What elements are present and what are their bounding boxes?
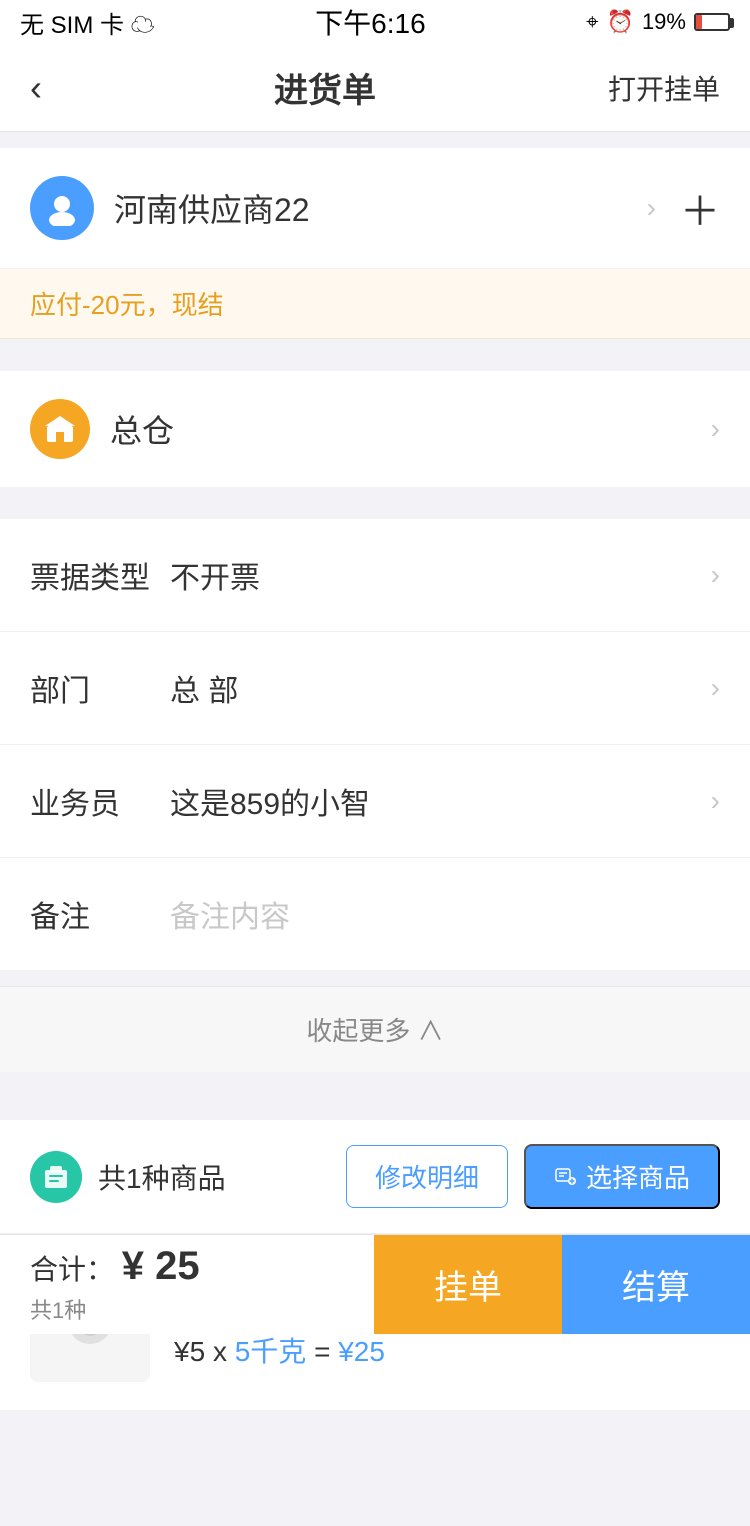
product-count-text: 共1种商品	[98, 1157, 346, 1197]
sim-status: 无 SIM 卡 ☁	[20, 5, 155, 40]
department-value: 总 部	[170, 666, 711, 710]
location-icon: ⌖	[586, 9, 598, 35]
page-title: 进货单	[274, 63, 376, 112]
total-amount: ¥ 25	[122, 1244, 200, 1288]
salesman-chevron-icon: ›	[711, 785, 720, 817]
select-product-label: 选择商品	[586, 1158, 690, 1195]
warehouse-name: 总仓	[110, 406, 711, 452]
invoice-type-value: 不开票	[170, 553, 711, 597]
invoice-type-label: 票据类型	[30, 553, 170, 597]
checkout-button[interactable]: 结算	[562, 1235, 750, 1334]
back-button[interactable]: ‹	[30, 67, 42, 109]
warehouse-section[interactable]: 总仓 ›	[0, 371, 750, 487]
open-hold-button[interactable]: 打开挂单	[608, 68, 720, 108]
total-label: 合计：	[30, 1254, 114, 1285]
invoice-type-row[interactable]: 票据类型 不开票 ›	[0, 519, 750, 632]
collapse-button[interactable]: 收起更多 ∧	[0, 986, 750, 1072]
edit-detail-button[interactable]: 修改明细	[346, 1145, 508, 1208]
item-count: 共1种	[30, 1293, 344, 1325]
supplier-name: 河南供应商22	[114, 185, 647, 231]
alarm-icon: ⏰	[607, 9, 634, 35]
remark-label: 备注	[30, 892, 170, 936]
supplier-avatar	[30, 176, 94, 240]
salesman-label: 业务员	[30, 779, 170, 823]
invoice-type-chevron-icon: ›	[711, 559, 720, 591]
status-time: 下午6:16	[315, 2, 426, 42]
supplier-row[interactable]: 河南供应商22 › ＋	[0, 148, 750, 269]
warehouse-row[interactable]: 总仓 ›	[0, 371, 750, 487]
nav-bar: ‹ 进货单 打开挂单	[0, 44, 750, 132]
supplier-notice: 应付-20元，现结	[0, 269, 750, 339]
supplier-section: 河南供应商22 › ＋ 应付-20元，现结	[0, 148, 750, 339]
footer: 合计： ¥ 25 共1种 挂单 结算	[0, 1234, 750, 1334]
product-total: ¥25	[338, 1336, 385, 1367]
remark-value[interactable]: 备注内容	[170, 892, 720, 936]
warehouse-icon	[30, 399, 90, 459]
salesman-row[interactable]: 业务员 这是859的小智 ›	[0, 745, 750, 858]
status-bar: 无 SIM 卡 ☁ 下午6:16 ⌖ ⏰ 19%	[0, 0, 750, 44]
salesman-value: 这是859的小智	[170, 779, 711, 823]
battery-level: 19%	[642, 9, 686, 35]
chevron-right-icon: ›	[647, 192, 656, 224]
product-count-icon	[30, 1151, 82, 1203]
select-product-button[interactable]: 选择商品	[524, 1144, 720, 1209]
remark-row[interactable]: 备注 备注内容	[0, 858, 750, 970]
footer-total: 合计： ¥ 25 共1种	[0, 1235, 374, 1334]
form-section: 票据类型 不开票 › 部门 总 部 › 业务员 这是859的小智 › 备注 备注…	[0, 519, 750, 970]
battery-icon	[694, 13, 730, 31]
unit-price: ¥5	[174, 1336, 205, 1367]
supplier-actions: › ＋	[647, 179, 720, 237]
department-label: 部门	[30, 666, 170, 710]
add-supplier-button[interactable]: ＋	[680, 179, 720, 237]
product-quantity: 5千克	[235, 1336, 307, 1367]
hold-button[interactable]: 挂单	[374, 1235, 562, 1334]
product-price: ¥5 x 5千克 = ¥25	[174, 1330, 668, 1370]
status-left: 无 SIM 卡 ☁	[20, 5, 155, 40]
status-right: ⌖ ⏰ 19%	[586, 9, 730, 35]
warehouse-chevron-icon: ›	[711, 413, 720, 445]
department-chevron-icon: ›	[711, 672, 720, 704]
department-row[interactable]: 部门 总 部 ›	[0, 632, 750, 745]
product-header: 共1种商品 修改明细 选择商品	[0, 1120, 750, 1234]
